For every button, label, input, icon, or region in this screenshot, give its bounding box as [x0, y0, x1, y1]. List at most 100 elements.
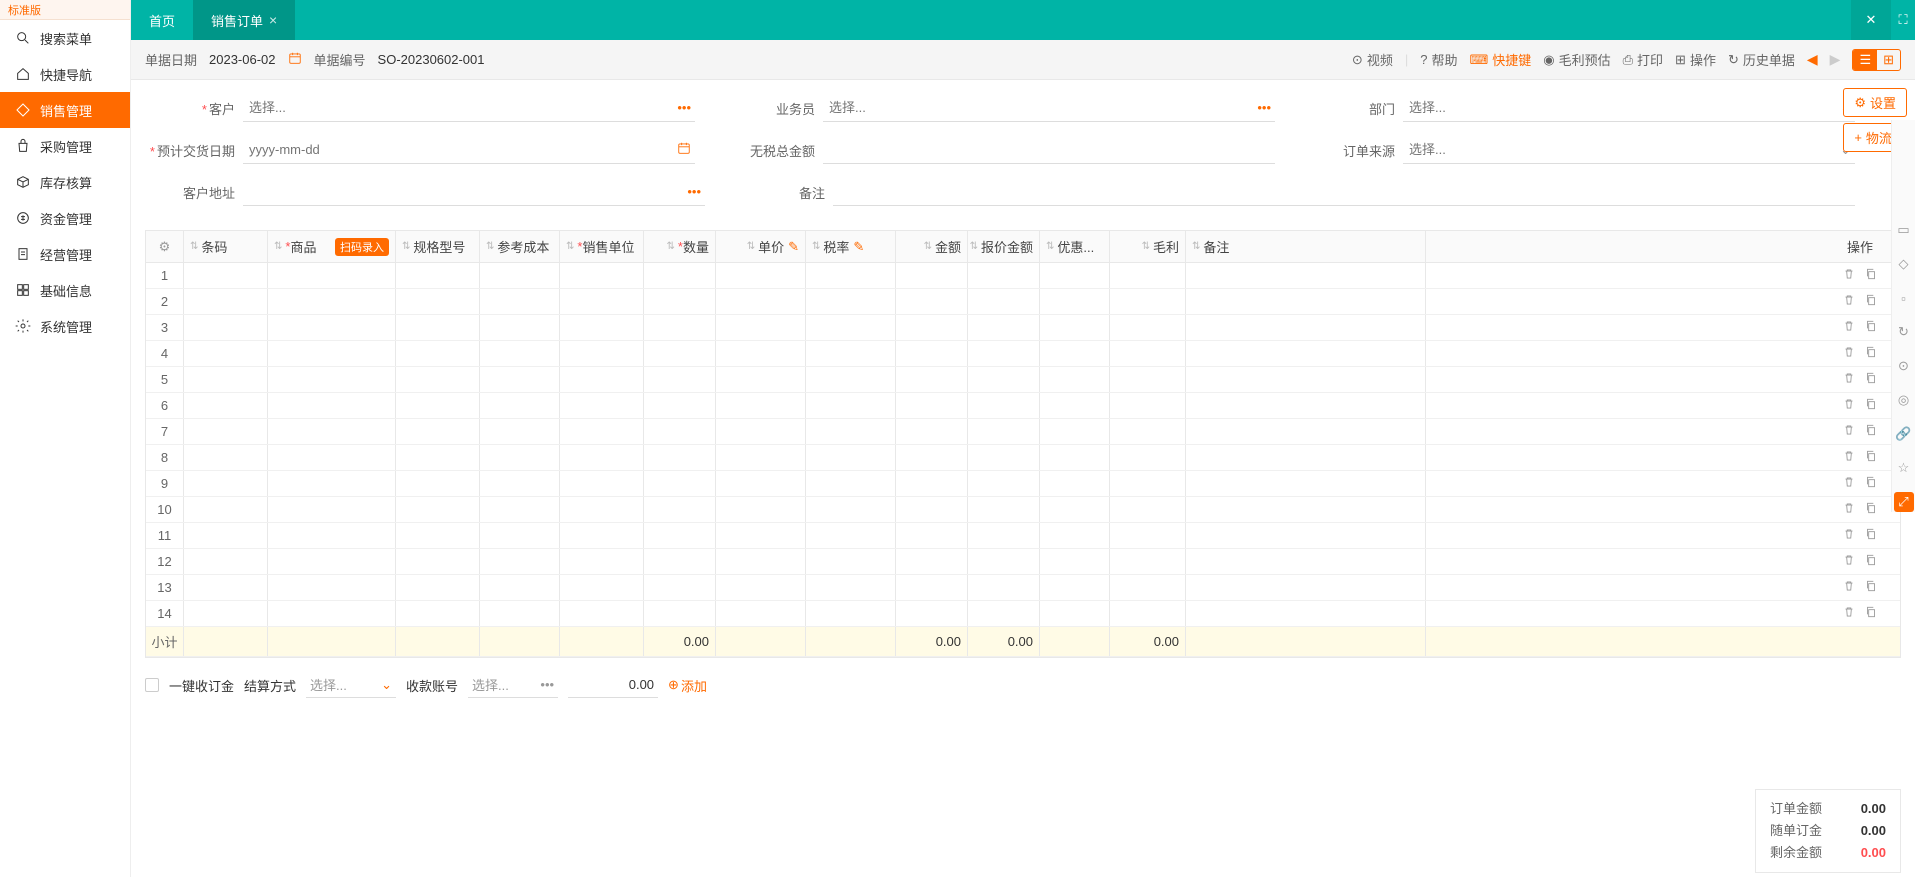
cell-profit[interactable]	[1110, 601, 1186, 626]
cell-cost[interactable]	[480, 575, 560, 600]
cell-amount[interactable]	[896, 341, 968, 366]
cell-unit[interactable]	[560, 549, 644, 574]
sort-icon[interactable]: ⇅	[486, 241, 494, 252]
delete-icon[interactable]	[1842, 527, 1856, 544]
cell-cost[interactable]	[480, 341, 560, 366]
rail-item-2[interactable]: ◇	[1894, 254, 1914, 274]
cell-profit[interactable]	[1110, 575, 1186, 600]
cell-spec[interactable]	[396, 601, 480, 626]
edit-icon[interactable]: ✎	[788, 239, 799, 255]
sidebar-item-4[interactable]: 库存核算	[0, 164, 130, 200]
cell-barcode[interactable]	[184, 419, 268, 444]
close-icon[interactable]: ×	[269, 12, 277, 28]
cell-price[interactable]	[716, 523, 806, 548]
cell-spec[interactable]	[396, 341, 480, 366]
cell-discount[interactable]	[1040, 367, 1110, 392]
cell-tax[interactable]	[806, 341, 896, 366]
cell-product[interactable]	[268, 471, 396, 496]
customer-input[interactable]	[243, 100, 673, 115]
cell-amount[interactable]	[896, 497, 968, 522]
cell-barcode[interactable]	[184, 445, 268, 470]
cell-product[interactable]	[268, 263, 396, 288]
table-row[interactable]: 4	[146, 341, 1900, 367]
cell-tax[interactable]	[806, 393, 896, 418]
cell-quote[interactable]	[968, 393, 1040, 418]
cell-product[interactable]	[268, 289, 396, 314]
cell-product[interactable]	[268, 549, 396, 574]
cell-product[interactable]	[268, 315, 396, 340]
delete-icon[interactable]	[1842, 267, 1856, 284]
cell-tax[interactable]	[806, 601, 896, 626]
copy-icon[interactable]	[1864, 501, 1878, 518]
calendar-icon[interactable]	[288, 51, 302, 68]
cell-cost[interactable]	[480, 523, 560, 548]
cell-product[interactable]	[268, 341, 396, 366]
prev-doc-button[interactable]: ◀	[1807, 51, 1818, 68]
table-row[interactable]: 11	[146, 523, 1900, 549]
copy-icon[interactable]	[1864, 475, 1878, 492]
cell-cost[interactable]	[480, 445, 560, 470]
cell-tax[interactable]	[806, 445, 896, 470]
cell-barcode[interactable]	[184, 289, 268, 314]
cell-discount[interactable]	[1040, 393, 1110, 418]
cell-barcode[interactable]	[184, 367, 268, 392]
shortcut-button[interactable]: ⌨快捷键	[1469, 50, 1531, 69]
cell-price[interactable]	[716, 315, 806, 340]
sidebar-item-0[interactable]: 搜索菜单	[0, 20, 130, 56]
cell-remark[interactable]	[1186, 393, 1426, 418]
cell-product[interactable]	[268, 497, 396, 522]
edit-icon[interactable]: ✎	[853, 239, 864, 255]
cell-quote[interactable]	[968, 549, 1040, 574]
cell-tax[interactable]	[806, 575, 896, 600]
sort-icon[interactable]: ⇅	[747, 241, 755, 252]
cell-quote[interactable]	[968, 575, 1040, 600]
rail-item-3[interactable]: ▫	[1894, 288, 1914, 308]
cell-unit[interactable]	[560, 341, 644, 366]
cell-product[interactable]	[268, 523, 396, 548]
cell-price[interactable]	[716, 419, 806, 444]
cell-tax[interactable]	[806, 549, 896, 574]
cell-product[interactable]	[268, 575, 396, 600]
cell-remark[interactable]	[1186, 289, 1426, 314]
rail-star-icon[interactable]: ☆	[1894, 458, 1914, 478]
profit-button[interactable]: ◉毛利预估	[1543, 50, 1610, 69]
rail-item-5[interactable]: ⊙	[1894, 356, 1914, 376]
cell-qty[interactable]	[644, 575, 716, 600]
cell-tax[interactable]	[806, 289, 896, 314]
cell-qty[interactable]	[644, 497, 716, 522]
cell-quote[interactable]	[968, 341, 1040, 366]
cell-remark[interactable]	[1186, 575, 1426, 600]
sidebar-item-6[interactable]: 经营管理	[0, 236, 130, 272]
table-row[interactable]: 10	[146, 497, 1900, 523]
cell-unit[interactable]	[560, 601, 644, 626]
cell-unit[interactable]	[560, 315, 644, 340]
delete-icon[interactable]	[1842, 371, 1856, 388]
cell-discount[interactable]	[1040, 575, 1110, 600]
cell-price[interactable]	[716, 497, 806, 522]
cell-discount[interactable]	[1040, 497, 1110, 522]
cell-cost[interactable]	[480, 393, 560, 418]
cell-product[interactable]	[268, 445, 396, 470]
cell-spec[interactable]	[396, 497, 480, 522]
cell-quote[interactable]	[968, 471, 1040, 496]
cell-price[interactable]	[716, 341, 806, 366]
cell-quote[interactable]	[968, 419, 1040, 444]
grid-settings-header[interactable]: ⚙	[146, 231, 184, 262]
cell-price[interactable]	[716, 549, 806, 574]
cell-barcode[interactable]	[184, 341, 268, 366]
copy-icon[interactable]	[1864, 319, 1878, 336]
cell-profit[interactable]	[1110, 445, 1186, 470]
sidebar-item-5[interactable]: 资金管理	[0, 200, 130, 236]
copy-icon[interactable]	[1864, 553, 1878, 570]
tab-0[interactable]: 首页	[131, 0, 193, 40]
cell-qty[interactable]	[644, 315, 716, 340]
pretax-input[interactable]	[823, 142, 1275, 157]
cell-qty[interactable]	[644, 367, 716, 392]
cell-qty[interactable]	[644, 523, 716, 548]
cell-amount[interactable]	[896, 289, 968, 314]
salesman-input[interactable]	[823, 100, 1253, 115]
cell-remark[interactable]	[1186, 549, 1426, 574]
ellipsis-icon[interactable]: •••	[673, 100, 695, 115]
cell-profit[interactable]	[1110, 367, 1186, 392]
cell-spec[interactable]	[396, 393, 480, 418]
